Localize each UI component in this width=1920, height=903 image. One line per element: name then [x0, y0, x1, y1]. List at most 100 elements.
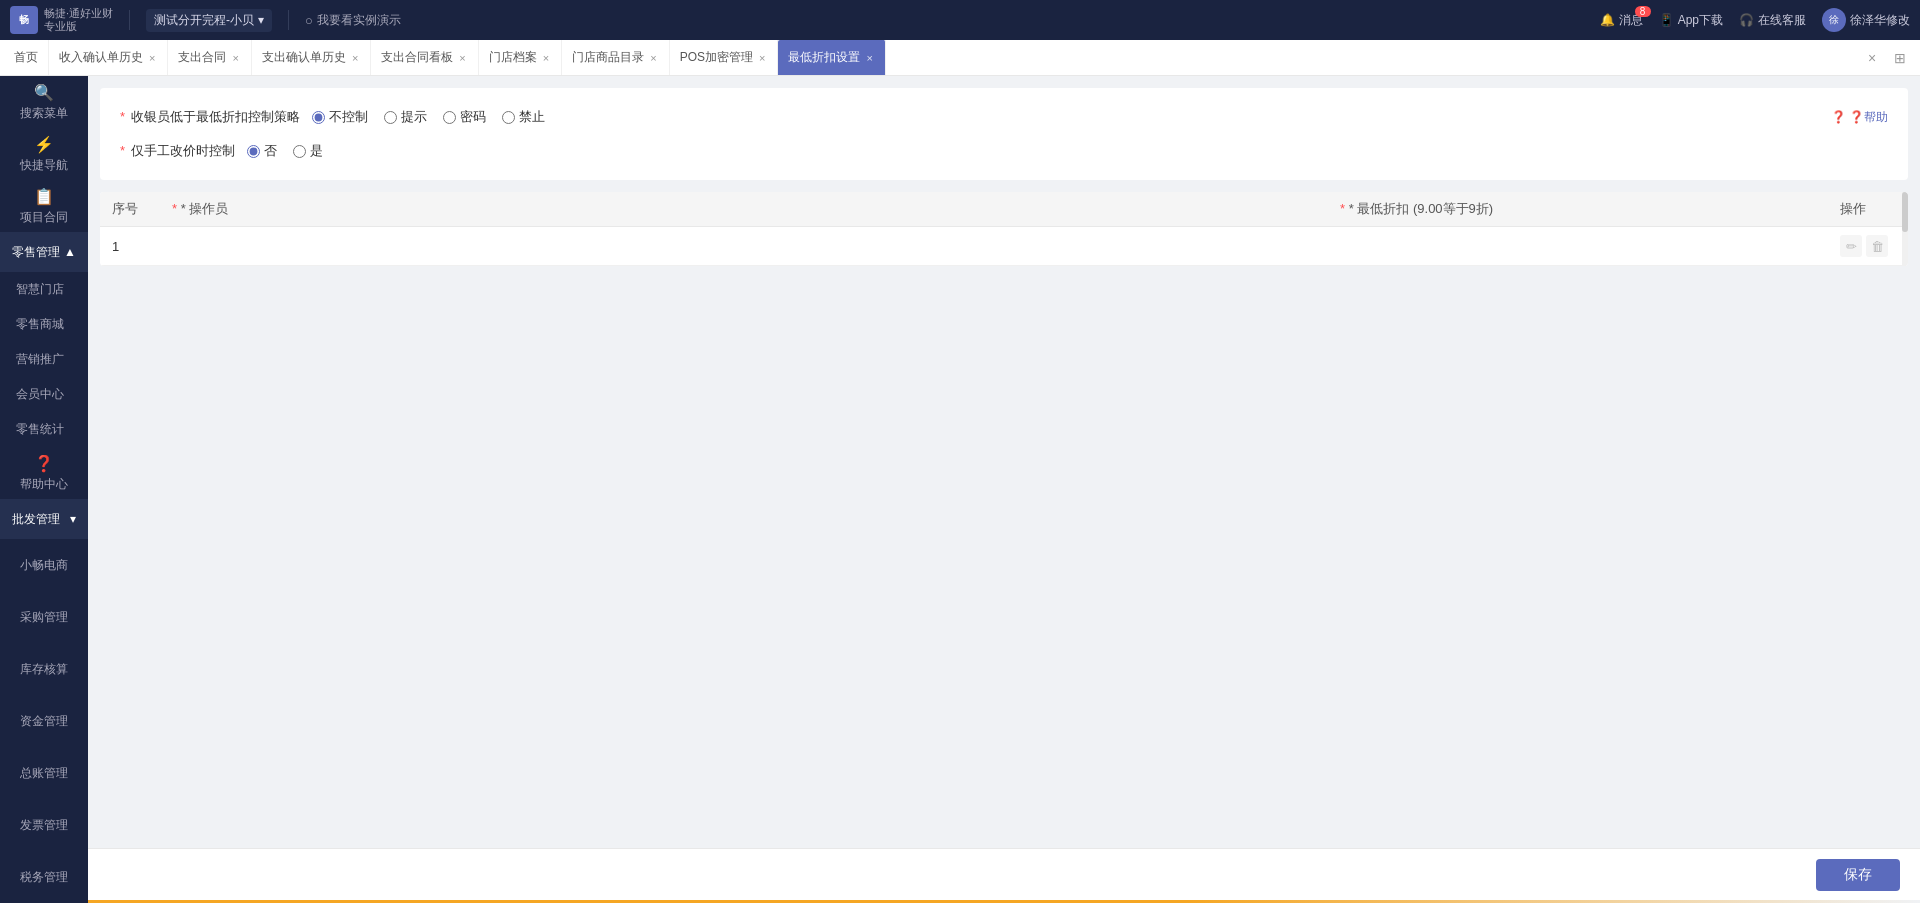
tab-store-file[interactable]: 门店档案 ×	[479, 40, 562, 76]
col-header-index: 序号	[100, 192, 160, 227]
radio-remind[interactable]: 提示	[384, 108, 427, 126]
cell-discount	[1328, 227, 1828, 266]
sidebar-sub-retail-stats[interactable]: 零售统计	[0, 412, 88, 447]
sidebar-item-inventory[interactable]: 库存核算	[0, 643, 88, 695]
col-header-discount: * * 最低折扣 (9.00等于9折)	[1328, 192, 1828, 227]
manual-price-row: * 仅手工改价时控制 否 是	[120, 142, 1888, 160]
save-button[interactable]: 保存	[1816, 859, 1900, 891]
table-scrollbar-thumb	[1902, 192, 1908, 232]
radio-no-control[interactable]: 不控制	[312, 108, 368, 126]
edit-button[interactable]: ✏	[1840, 235, 1862, 257]
chevron-up-icon: ▲	[64, 245, 76, 259]
sidebar-item-account-mgmt[interactable]: 总账管理	[0, 747, 88, 799]
tab-min-discount[interactable]: 最低折扣设置 ×	[778, 40, 885, 76]
tab-close-income-confirm[interactable]: ×	[147, 51, 157, 65]
col-header-action: 操作	[1828, 192, 1908, 227]
tab-income-confirm[interactable]: 收入确认单历史 ×	[49, 40, 168, 76]
page-content: * 收银员低于最低折扣控制策略 不控制 提示	[88, 76, 1920, 848]
topbar: 畅 畅捷·通好业财 专业版 测试分开完程-小贝 ▾ ○ 我要看实例演示 🔔 消息…	[0, 0, 1920, 40]
sidebar-sub-smart-store[interactable]: 智慧门店	[0, 272, 88, 307]
tab-actions: × ⊞	[1860, 46, 1916, 70]
page-footer: 保存	[88, 848, 1920, 900]
content-area: * 收银员低于最低折扣控制策略 不控制 提示	[88, 76, 1920, 903]
sidebar-item-invoice-mgmt[interactable]: 发票管理	[0, 799, 88, 851]
user-menu[interactable]: 徐 徐泽华修改	[1822, 8, 1910, 32]
discount-table: 序号 * * 操作员 * * 最低折扣 (9.00等于9折) 操作	[100, 192, 1908, 266]
tab-close-min-discount[interactable]: ×	[864, 51, 874, 65]
project-select[interactable]: 测试分开完程-小贝 ▾	[146, 9, 272, 32]
help-icon: ❓	[1831, 110, 1846, 124]
topbar-right: 🔔 消息 8 📱 App下载 🎧 在线客服 徐 徐泽华修改	[1600, 8, 1910, 32]
table-container: 序号 * * 操作员 * * 最低折扣 (9.00等于9折) 操作	[100, 192, 1908, 266]
tab-close-payment-board[interactable]: ×	[457, 51, 467, 65]
tab-home[interactable]: 首页	[4, 40, 49, 76]
sidebar-item-ecommerce[interactable]: 小畅电商	[0, 539, 88, 591]
logo-area: 畅 畅捷·通好业财 专业版	[10, 6, 113, 34]
topbar-divider	[129, 10, 130, 30]
chevron-down-icon: ▾	[70, 512, 76, 526]
cell-operator	[160, 227, 1328, 266]
search-icon: 🔍	[34, 83, 54, 102]
messages-badge: 8	[1635, 6, 1651, 17]
table-body: 1 ✏ 🗑	[100, 227, 1908, 266]
radio-manual-yes[interactable]: 是	[293, 142, 323, 160]
sidebar-sub-online-store[interactable]: 零售商城	[0, 307, 88, 342]
tab-payment-confirm[interactable]: 支出确认单历史 ×	[252, 40, 371, 76]
tab-close-all-button[interactable]: ×	[1860, 46, 1884, 70]
tab-payment-contract[interactable]: 支出合同 ×	[168, 40, 251, 76]
logo-icon: 畅	[10, 6, 38, 34]
topbar-left: 畅 畅捷·通好业财 专业版 测试分开完程-小贝 ▾ ○ 我要看实例演示	[10, 6, 401, 34]
discount-strategy-row: * 收银员低于最低折扣控制策略 不控制 提示	[120, 108, 1888, 126]
shortcut-icon: ⚡	[34, 135, 54, 154]
tab-payment-board[interactable]: 支出合同看板 ×	[371, 40, 478, 76]
app-download-button[interactable]: 📱 App下载	[1659, 12, 1723, 29]
sidebar-item-retail-mgmt[interactable]: 零售管理 ▲	[0, 232, 88, 272]
bell-icon: 🔔	[1600, 13, 1615, 27]
tab-close-store-product[interactable]: ×	[648, 51, 658, 65]
messages-button[interactable]: 🔔 消息 8	[1600, 12, 1643, 29]
col-header-operator: * * 操作员	[160, 192, 1328, 227]
required-star: *	[120, 109, 125, 124]
sidebar-item-tax-mgmt[interactable]: 税务管理	[0, 851, 88, 903]
discount-strategy-label: * 收银员低于最低折扣控制策略	[120, 108, 300, 126]
sidebar-item-batch-mgmt[interactable]: 批发管理 ▾	[0, 499, 88, 539]
service-icon: 🎧	[1739, 13, 1754, 27]
demo-link[interactable]: ○ 我要看实例演示	[305, 12, 401, 29]
help-link[interactable]: ❓ ❓帮助	[1831, 109, 1888, 126]
sidebar-item-shortcut[interactable]: ⚡ 快捷导航	[0, 128, 88, 180]
tab-expand-button[interactable]: ⊞	[1888, 46, 1912, 70]
sidebar-item-project-contract[interactable]: 📋 项目合同	[0, 180, 88, 232]
discount-strategy-radio-group: 不控制 提示 密码 禁止	[312, 108, 545, 126]
help-icon: ❓	[34, 454, 54, 473]
sidebar-sub-marketing[interactable]: 营销推广	[0, 342, 88, 377]
avatar: 徐	[1822, 8, 1846, 32]
chevron-down-icon: ▾	[258, 13, 264, 27]
tab-close-payment-contract[interactable]: ×	[230, 51, 240, 65]
radio-password[interactable]: 密码	[443, 108, 486, 126]
sidebar-item-search[interactable]: 🔍 搜索菜单	[0, 76, 88, 128]
radio-forbidden[interactable]: 禁止	[502, 108, 545, 126]
manual-price-label: * 仅手工改价时控制	[120, 142, 235, 160]
manual-price-radio-group: 否 是	[247, 142, 323, 160]
tab-close-store-file[interactable]: ×	[541, 51, 551, 65]
download-icon: 📱	[1659, 13, 1674, 27]
table-header: 序号 * * 操作员 * * 最低折扣 (9.00等于9折) 操作	[100, 192, 1908, 227]
sidebar-sub-member-center[interactable]: 会员中心	[0, 377, 88, 412]
sidebar-item-fund-mgmt[interactable]: 资金管理	[0, 695, 88, 747]
delete-button[interactable]: 🗑	[1866, 235, 1888, 257]
tab-store-product[interactable]: 门店商品目录 ×	[562, 40, 669, 76]
table-header-row: 序号 * * 操作员 * * 最低折扣 (9.00等于9折) 操作	[100, 192, 1908, 227]
tab-pos-encrypt[interactable]: POS加密管理 ×	[670, 40, 779, 76]
table-scrollbar[interactable]	[1902, 192, 1908, 266]
customer-service-button[interactable]: 🎧 在线客服	[1739, 12, 1806, 29]
tab-close-payment-confirm[interactable]: ×	[350, 51, 360, 65]
tab-close-pos-encrypt[interactable]: ×	[757, 51, 767, 65]
logo-text: 畅捷·通好业财 专业版	[44, 7, 113, 33]
sidebar-item-purchase-mgmt[interactable]: 采购管理	[0, 591, 88, 643]
cell-action: ✏ 🗑	[1828, 227, 1908, 266]
sidebar-item-help-center[interactable]: ❓ 帮助中心	[0, 447, 88, 499]
action-icons: ✏ 🗑	[1840, 235, 1896, 257]
topbar-divider2	[288, 10, 289, 30]
main-layout: 🔍 搜索菜单 ⚡ 快捷导航 📋 项目合同 零售管理 ▲ 智慧门店 零售商城 营销…	[0, 76, 1920, 903]
radio-manual-no[interactable]: 否	[247, 142, 277, 160]
